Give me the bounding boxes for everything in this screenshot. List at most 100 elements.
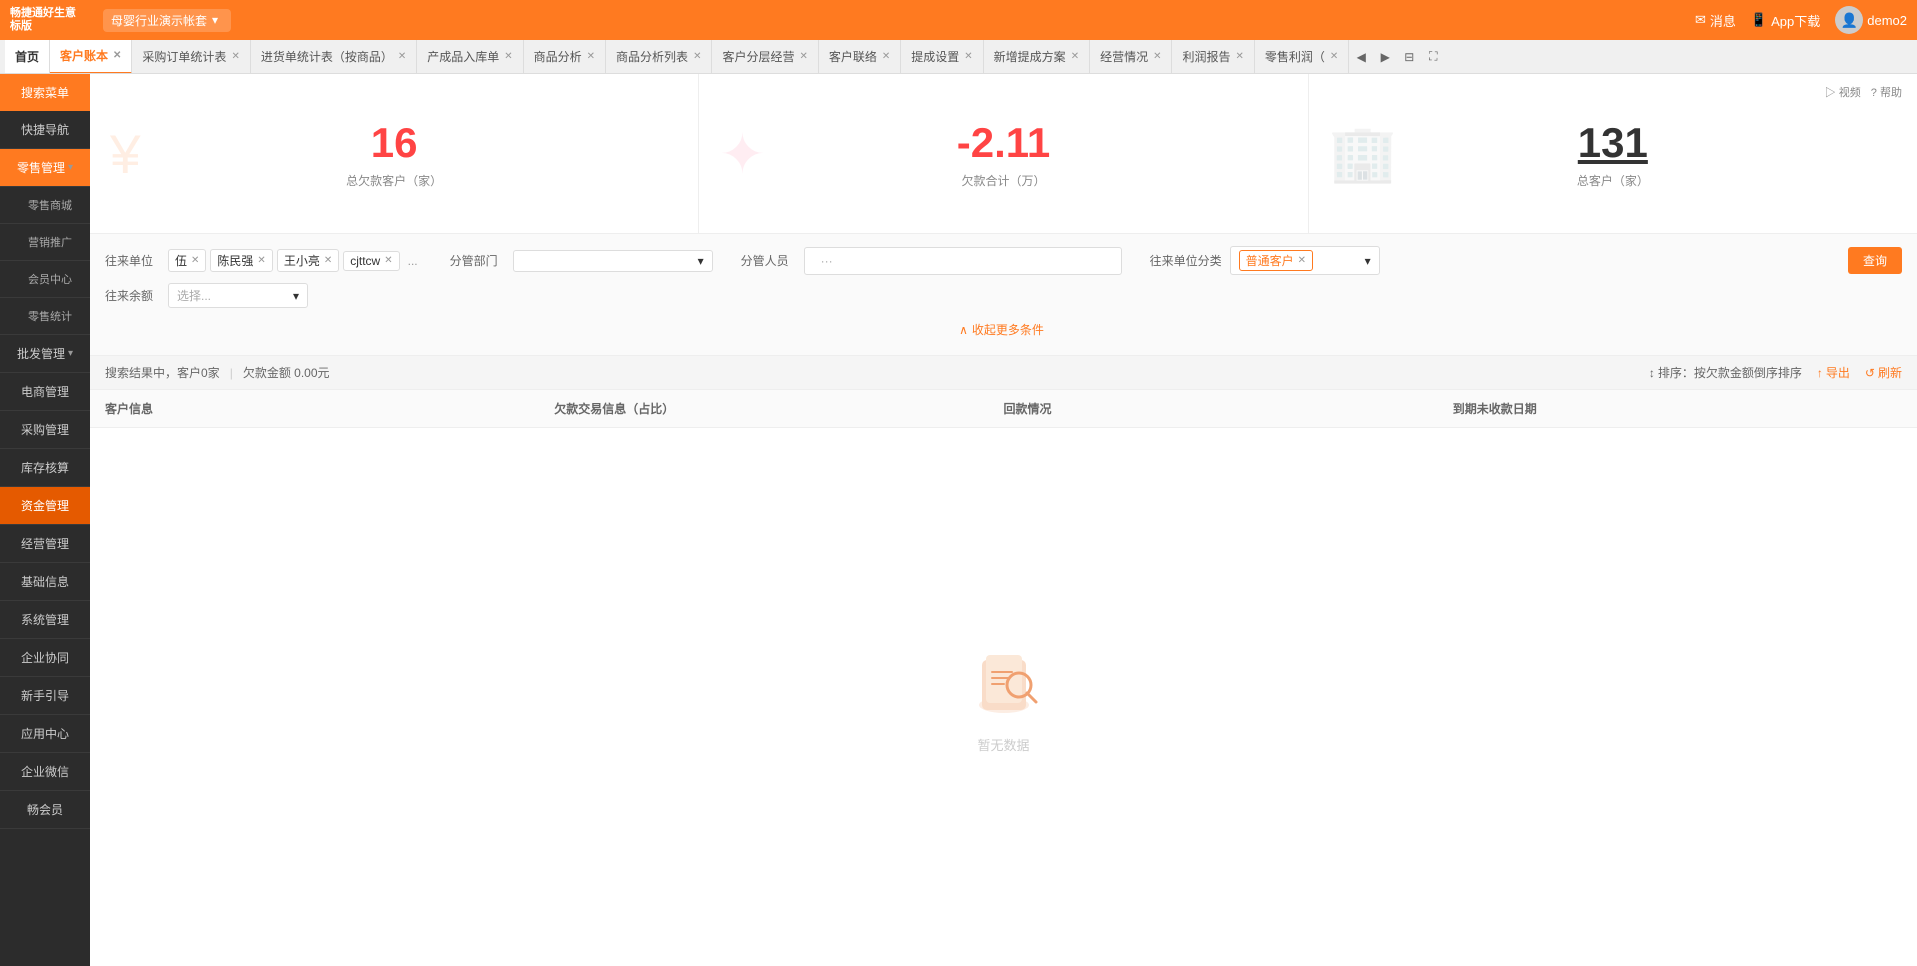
industry-selector[interactable]: 母婴行业演示帐套 bbox=[103, 9, 231, 32]
unit-tag-wang[interactable]: 王小亮 ✕ bbox=[277, 249, 339, 272]
sort-button[interactable]: ↕ 排序：按欠款金额倒序排序 bbox=[1649, 364, 1802, 381]
tabs-bar: 首页 客户账本 ✕ 采购订单统计表 ✕ 进货单统计表（按商品） ✕ 产成品入库单… bbox=[0, 40, 1917, 74]
category-tag-close[interactable]: ✕ bbox=[1298, 255, 1306, 266]
sidebar-item-retail-mall[interactable]: 零售商城 bbox=[0, 187, 90, 224]
tab-promotion-settings[interactable]: 提成设置 ✕ bbox=[901, 40, 983, 74]
sidebar-item-enterprise-collab[interactable]: 企业协同 bbox=[0, 639, 90, 677]
tab-new-promotion[interactable]: 新增提成方案 ✕ bbox=[984, 40, 1090, 74]
tab-close-icon[interactable]: ✕ bbox=[1153, 51, 1161, 62]
chevron-down-icon: ▾ bbox=[68, 348, 73, 359]
tab-close-icon[interactable]: ✕ bbox=[504, 51, 512, 62]
sidebar-item-new-user-guide[interactable]: 新手引导 bbox=[0, 677, 90, 715]
tab-goods-analysis[interactable]: 商品分析 ✕ bbox=[524, 40, 606, 74]
debt-icon: ✦ bbox=[719, 122, 765, 186]
sidebar-search[interactable]: 搜索菜单 bbox=[0, 74, 90, 111]
chevron-up-icon: ∧ bbox=[959, 323, 968, 337]
sidebar-item-operations[interactable]: 经营管理 bbox=[0, 525, 90, 563]
col-header-repayment: 回款情况 bbox=[1004, 400, 1453, 417]
tab-close-icon[interactable]: ✕ bbox=[1071, 51, 1079, 62]
unit-filter-tags: 伍 ✕ 陈民强 ✕ 王小亮 ✕ cjttcw ✕ bbox=[168, 249, 422, 272]
tab-close-icon[interactable]: ✕ bbox=[1330, 51, 1338, 62]
app-icon: 📱 bbox=[1751, 12, 1767, 28]
sidebar-item-vip-member[interactable]: 畅会员 bbox=[0, 791, 90, 829]
sidebar-item-finance[interactable]: 资金管理 bbox=[0, 487, 90, 525]
empty-state-text: 暂无数据 bbox=[977, 735, 1029, 754]
tag-close-icon[interactable]: ✕ bbox=[384, 255, 392, 266]
tab-close-icon[interactable]: ✕ bbox=[398, 51, 406, 62]
sidebar: 搜索菜单 快捷导航 零售管理 ▾ 零售商城 营销推广 会员中心 零售统计 批 bbox=[0, 74, 90, 966]
sidebar-item-system[interactable]: 系统管理 bbox=[0, 601, 90, 639]
unit-tag-cjttcw[interactable]: cjttcw ✕ bbox=[343, 251, 399, 271]
tab-close-icon[interactable]: ✕ bbox=[587, 51, 595, 62]
tabs-next-button[interactable]: ▶ bbox=[1373, 40, 1397, 74]
tab-product-inbound[interactable]: 产成品入库单 ✕ bbox=[417, 40, 523, 74]
tag-close-icon[interactable]: ✕ bbox=[191, 255, 199, 266]
unit-tag-chen[interactable]: 陈民强 ✕ bbox=[210, 249, 272, 272]
logo-text: 畅捷通好生意 标版 bbox=[10, 7, 76, 33]
tab-close-icon[interactable]: ✕ bbox=[799, 51, 807, 62]
collapse-button[interactable]: ∧ 收起更多条件 bbox=[105, 316, 1902, 343]
sidebar-item-marketing[interactable]: 营销推广 bbox=[0, 224, 90, 261]
tab-customer-segment[interactable]: 客户分层经营 ✕ bbox=[712, 40, 818, 74]
category-filter-select[interactable]: 普通客户 ✕ bbox=[1230, 246, 1380, 275]
sidebar-item-wholesale[interactable]: 批发管理 ▾ bbox=[0, 335, 90, 373]
tab-retail-profit[interactable]: 零售利润（ ✕ bbox=[1255, 40, 1349, 74]
total-debtors-value: 16 bbox=[346, 119, 442, 167]
empty-state: 暂无数据 bbox=[90, 428, 1917, 966]
app-download-button[interactable]: 📱 App下载 bbox=[1751, 11, 1820, 30]
filter-row-1: 往来单位 伍 ✕ 陈民强 ✕ 王小亮 ✕ bbox=[105, 246, 1902, 275]
tab-close-icon[interactable]: ✕ bbox=[1236, 51, 1244, 62]
tab-close-icon[interactable]: ✕ bbox=[113, 50, 121, 61]
dept-filter-select[interactable] bbox=[513, 250, 713, 272]
debt-total-value: -2.11 bbox=[957, 119, 1050, 167]
tab-close-icon[interactable]: ✕ bbox=[964, 51, 972, 62]
tab-purchase-order[interactable]: 采购订单统计表 ✕ bbox=[132, 40, 250, 74]
tab-profit-report[interactable]: 利润报告 ✕ bbox=[1172, 40, 1254, 74]
tag-close-icon[interactable]: ✕ bbox=[324, 255, 332, 266]
tab-close-icon[interactable]: ✕ bbox=[231, 51, 239, 62]
sidebar-item-enterprise-wechat[interactable]: 企业微信 bbox=[0, 753, 90, 791]
user-profile[interactable]: 👤 demo2 bbox=[1835, 6, 1907, 34]
tab-customer-debt[interactable]: 客户账本 ✕ bbox=[50, 40, 132, 74]
refresh-button[interactable]: ↺ 刷新 bbox=[1865, 364, 1902, 381]
tab-business-status[interactable]: 经营情况 ✕ bbox=[1090, 40, 1172, 74]
table-header: 客户信息 欠款交易信息（占比） 回款情况 到期未收款日期 bbox=[90, 390, 1917, 428]
tabs-fullscreen-button[interactable]: ⛶ bbox=[1421, 40, 1445, 74]
balance-filter-select[interactable]: 选择... bbox=[168, 283, 308, 308]
sidebar-item-membership[interactable]: 会员中心 bbox=[0, 261, 90, 298]
help-icon: ? bbox=[1871, 87, 1877, 99]
text-help-button[interactable]: ? 帮助 bbox=[1871, 84, 1902, 100]
sidebar-item-purchase[interactable]: 采购管理 bbox=[0, 411, 90, 449]
person-filter-input[interactable]: ··· bbox=[804, 247, 1122, 275]
video-help-button[interactable]: ▷ 视频 bbox=[1825, 84, 1861, 100]
col-header-debt: 欠款交易信息（占比） bbox=[554, 400, 1003, 417]
stat-help-area: ▷ 视频 ? 帮助 bbox=[1825, 84, 1902, 100]
sidebar-item-retail-stats[interactable]: 零售统计 bbox=[0, 298, 90, 335]
tabs-prev-button[interactable]: ◀ bbox=[1349, 40, 1373, 74]
tab-close-icon[interactable]: ✕ bbox=[693, 51, 701, 62]
search-results-count: 搜索结果中，客户0家 bbox=[105, 364, 220, 381]
tab-home[interactable]: 首页 bbox=[5, 40, 50, 74]
debt-total-label: 欠款合计（万） bbox=[957, 172, 1050, 189]
unit-tag-wu[interactable]: 伍 ✕ bbox=[168, 249, 206, 272]
export-button[interactable]: ↑ 导出 bbox=[1817, 364, 1850, 381]
person-more-icon[interactable]: ··· bbox=[813, 251, 1113, 271]
sidebar-item-basic-info[interactable]: 基础信息 bbox=[0, 563, 90, 601]
sidebar-item-app-center[interactable]: 应用中心 bbox=[0, 715, 90, 753]
more-tags-button[interactable]: ... bbox=[404, 252, 422, 270]
export-icon: ↑ bbox=[1817, 366, 1823, 380]
sidebar-item-ecommerce[interactable]: 电商管理 bbox=[0, 373, 90, 411]
sidebar-item-inventory[interactable]: 库存核算 bbox=[0, 449, 90, 487]
tag-close-icon[interactable]: ✕ bbox=[257, 255, 265, 266]
tab-goods-analysis-list[interactable]: 商品分析列表 ✕ bbox=[606, 40, 712, 74]
query-button[interactable]: 查询 bbox=[1848, 247, 1902, 274]
tab-purchase-stats[interactable]: 进货单统计表（按商品） ✕ bbox=[251, 40, 417, 74]
chevron-down-icon: ▾ bbox=[68, 162, 73, 173]
tabs-menu-button[interactable]: ⊟ bbox=[1397, 40, 1421, 74]
tab-close-icon[interactable]: ✕ bbox=[882, 51, 890, 62]
messages-button[interactable]: ✉ 消息 bbox=[1695, 11, 1736, 30]
empty-icon bbox=[964, 640, 1044, 720]
sidebar-item-quick-nav[interactable]: 快捷导航 bbox=[0, 111, 90, 149]
sidebar-item-retail[interactable]: 零售管理 ▾ bbox=[0, 149, 90, 187]
tab-customer-contact[interactable]: 客户联络 ✕ bbox=[819, 40, 901, 74]
